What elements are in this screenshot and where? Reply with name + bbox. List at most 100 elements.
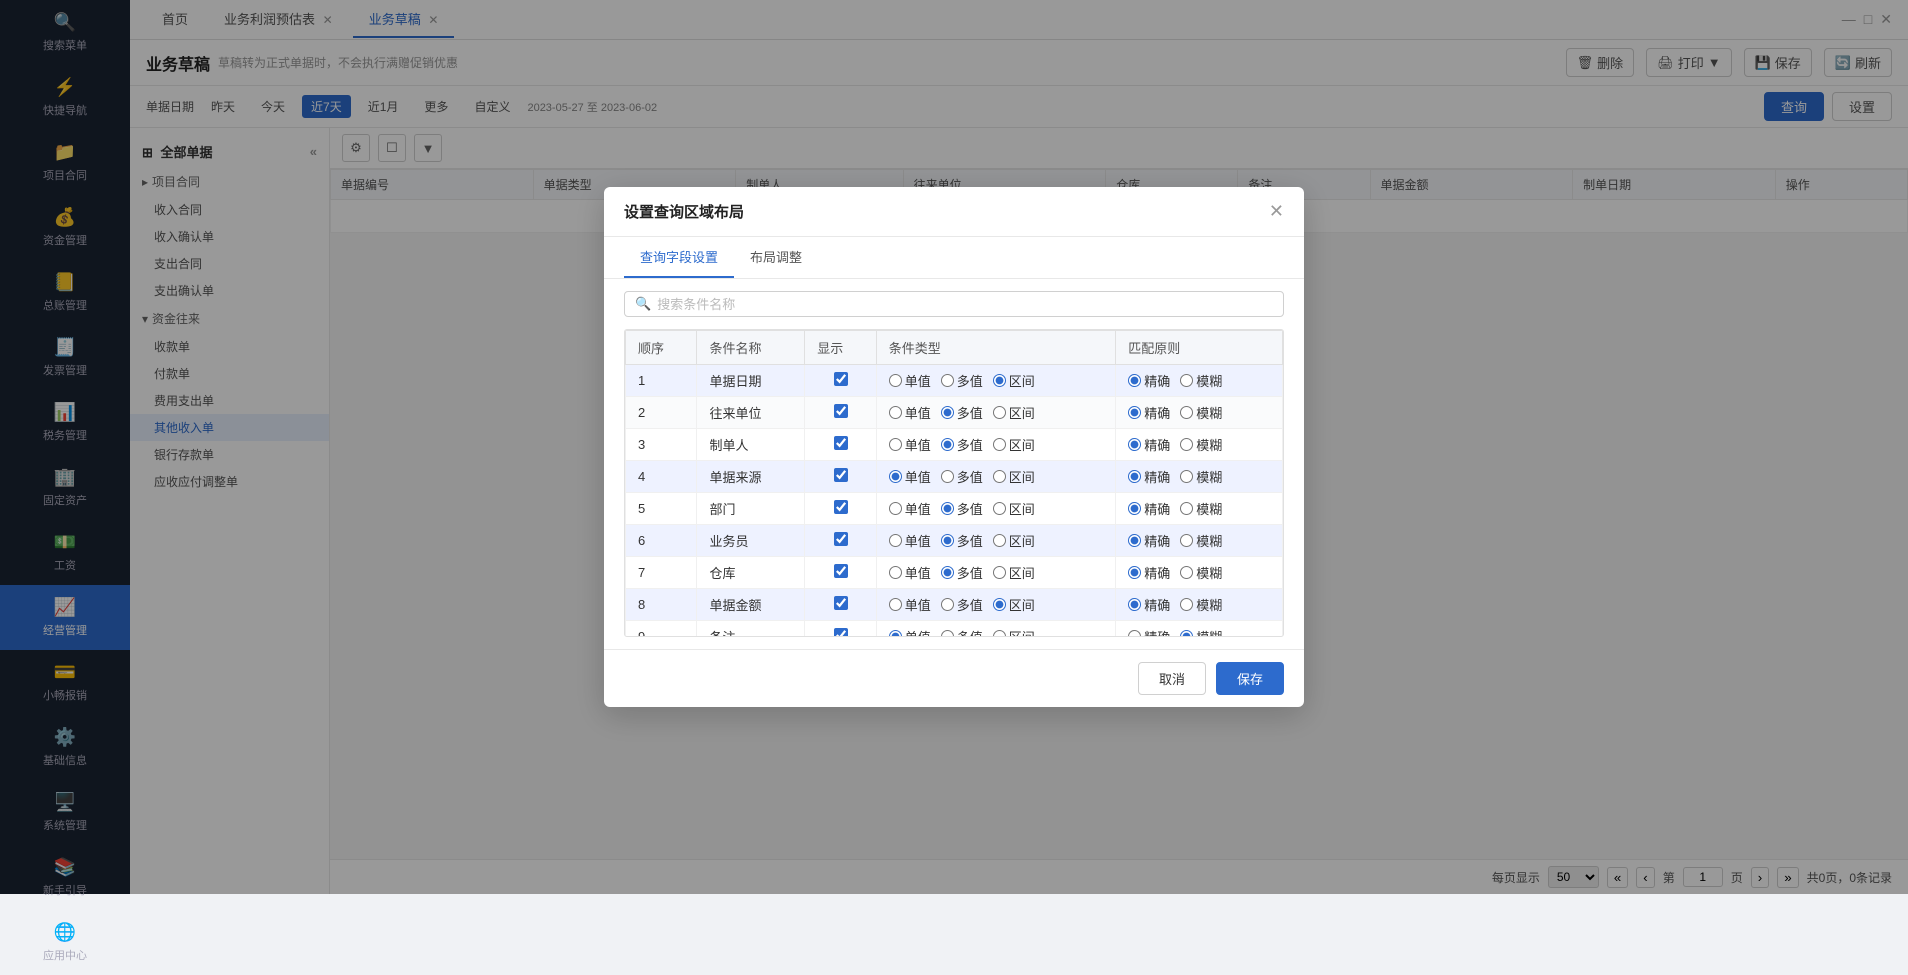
- modal-title: 设置查询区域布局: [624, 201, 744, 222]
- match-radio-fuzzy[interactable]: 模糊: [1180, 403, 1222, 422]
- th-show: 显示: [805, 331, 876, 365]
- cell-match: 精确模糊: [1116, 493, 1283, 525]
- cell-name: 仓库: [697, 557, 805, 589]
- match-radio-fuzzy[interactable]: 模糊: [1180, 531, 1222, 550]
- type-radio-single[interactable]: 单值: [889, 627, 931, 637]
- th-match: 匹配原则: [1116, 331, 1283, 365]
- type-radio-range[interactable]: 区间: [993, 467, 1035, 486]
- match-radio-fuzzy[interactable]: 模糊: [1180, 435, 1222, 454]
- modal-body: 🔍 顺序 条件名称 显示 条件类型 匹配原则: [604, 279, 1304, 649]
- type-radio-multi[interactable]: 多值: [941, 435, 983, 454]
- cell-type: 单值多值区间: [876, 365, 1116, 397]
- type-radio-multi[interactable]: 多值: [941, 467, 983, 486]
- settings-table-header: 顺序 条件名称 显示 条件类型 匹配原则: [626, 331, 1283, 365]
- modal-tab-layout-adjust[interactable]: 布局调整: [734, 237, 818, 278]
- modal-overlay[interactable]: 设置查询区域布局 ✕ 查询字段设置 布局调整 🔍 顺序 条件名称: [0, 0, 1908, 894]
- cell-show: [805, 589, 876, 621]
- cell-match: 精确模糊: [1116, 525, 1283, 557]
- show-checkbox[interactable]: [834, 532, 848, 546]
- cell-show: [805, 397, 876, 429]
- sidebar-item-appstore[interactable]: 🌐 应用中心: [0, 910, 130, 975]
- show-checkbox[interactable]: [834, 564, 848, 578]
- modal: 设置查询区域布局 ✕ 查询字段设置 布局调整 🔍 顺序 条件名称: [604, 187, 1304, 707]
- cell-name: 单据金额: [697, 589, 805, 621]
- show-checkbox[interactable]: [834, 404, 848, 418]
- modal-tabs: 查询字段设置 布局调整: [604, 237, 1304, 279]
- show-checkbox[interactable]: [834, 372, 848, 386]
- type-radio-range[interactable]: 区间: [993, 371, 1035, 390]
- type-radio-multi[interactable]: 多值: [941, 627, 983, 637]
- show-checkbox[interactable]: [834, 500, 848, 514]
- cell-type: 单值多值区间: [876, 525, 1116, 557]
- show-checkbox[interactable]: [834, 468, 848, 482]
- type-radio-range[interactable]: 区间: [993, 435, 1035, 454]
- cell-name: 业务员: [697, 525, 805, 557]
- match-radio-exact[interactable]: 精确: [1128, 467, 1170, 486]
- match-radio-fuzzy[interactable]: 模糊: [1180, 627, 1222, 637]
- match-radio-fuzzy[interactable]: 模糊: [1180, 595, 1222, 614]
- type-radio-single[interactable]: 单值: [889, 531, 931, 550]
- cell-type: 单值多值区间: [876, 461, 1116, 493]
- cell-name: 单据来源: [697, 461, 805, 493]
- type-radio-single[interactable]: 单值: [889, 499, 931, 518]
- type-radio-range[interactable]: 区间: [993, 595, 1035, 614]
- type-radio-single[interactable]: 单值: [889, 595, 931, 614]
- type-radio-single[interactable]: 单值: [889, 563, 931, 582]
- cell-order: 3: [626, 429, 697, 461]
- th-type: 条件类型: [876, 331, 1116, 365]
- match-radio-exact[interactable]: 精确: [1128, 371, 1170, 390]
- type-radio-range[interactable]: 区间: [993, 563, 1035, 582]
- type-radio-range[interactable]: 区间: [993, 531, 1035, 550]
- match-radio-exact[interactable]: 精确: [1128, 435, 1170, 454]
- type-radio-range[interactable]: 区间: [993, 499, 1035, 518]
- cancel-button[interactable]: 取消: [1138, 662, 1206, 695]
- show-checkbox[interactable]: [834, 628, 848, 637]
- type-radio-multi[interactable]: 多值: [941, 371, 983, 390]
- cell-match: 精确模糊: [1116, 461, 1283, 493]
- type-radio-multi[interactable]: 多值: [941, 531, 983, 550]
- match-radio-exact[interactable]: 精确: [1128, 531, 1170, 550]
- cell-name: 备注: [697, 621, 805, 638]
- settings-table-row: 9备注单值多值区间精确模糊: [626, 621, 1283, 638]
- settings-table-row: 4单据来源单值多值区间精确模糊: [626, 461, 1283, 493]
- match-radio-fuzzy[interactable]: 模糊: [1180, 499, 1222, 518]
- modal-close-button[interactable]: ✕: [1269, 201, 1284, 222]
- match-radio-exact[interactable]: 精确: [1128, 563, 1170, 582]
- type-radio-range[interactable]: 区间: [993, 403, 1035, 422]
- modal-search-input[interactable]: [657, 297, 857, 312]
- type-radio-multi[interactable]: 多值: [941, 563, 983, 582]
- cell-show: [805, 557, 876, 589]
- modal-search-icon: 🔍: [635, 296, 651, 312]
- cell-match: 精确模糊: [1116, 589, 1283, 621]
- type-radio-range[interactable]: 区间: [993, 627, 1035, 637]
- cell-order: 2: [626, 397, 697, 429]
- cell-type: 单值多值区间: [876, 621, 1116, 638]
- settings-table-row: 6业务员单值多值区间精确模糊: [626, 525, 1283, 557]
- cell-order: 5: [626, 493, 697, 525]
- show-checkbox[interactable]: [834, 436, 848, 450]
- match-radio-exact[interactable]: 精确: [1128, 595, 1170, 614]
- modal-search-bar: 🔍: [624, 291, 1284, 317]
- match-radio-fuzzy[interactable]: 模糊: [1180, 467, 1222, 486]
- type-radio-multi[interactable]: 多值: [941, 499, 983, 518]
- cell-name: 往来单位: [697, 397, 805, 429]
- type-radio-multi[interactable]: 多值: [941, 595, 983, 614]
- modal-save-button[interactable]: 保存: [1216, 662, 1284, 695]
- show-checkbox[interactable]: [834, 596, 848, 610]
- type-radio-multi[interactable]: 多值: [941, 403, 983, 422]
- modal-tab-field-settings[interactable]: 查询字段设置: [624, 237, 734, 278]
- type-radio-single[interactable]: 单值: [889, 435, 931, 454]
- type-radio-single[interactable]: 单值: [889, 371, 931, 390]
- match-radio-fuzzy[interactable]: 模糊: [1180, 563, 1222, 582]
- cell-show: [805, 621, 876, 638]
- settings-table-row: 3制单人单值多值区间精确模糊: [626, 429, 1283, 461]
- match-radio-exact[interactable]: 精确: [1128, 403, 1170, 422]
- match-radio-exact[interactable]: 精确: [1128, 499, 1170, 518]
- modal-header: 设置查询区域布局 ✕: [604, 187, 1304, 237]
- type-radio-single[interactable]: 单值: [889, 467, 931, 486]
- match-radio-exact[interactable]: 精确: [1128, 627, 1170, 637]
- cell-show: [805, 461, 876, 493]
- settings-table: 顺序 条件名称 显示 条件类型 匹配原则 1单据日期单值多值区间精确模糊2往来单…: [625, 330, 1283, 637]
- match-radio-fuzzy[interactable]: 模糊: [1180, 371, 1222, 390]
- type-radio-single[interactable]: 单值: [889, 403, 931, 422]
